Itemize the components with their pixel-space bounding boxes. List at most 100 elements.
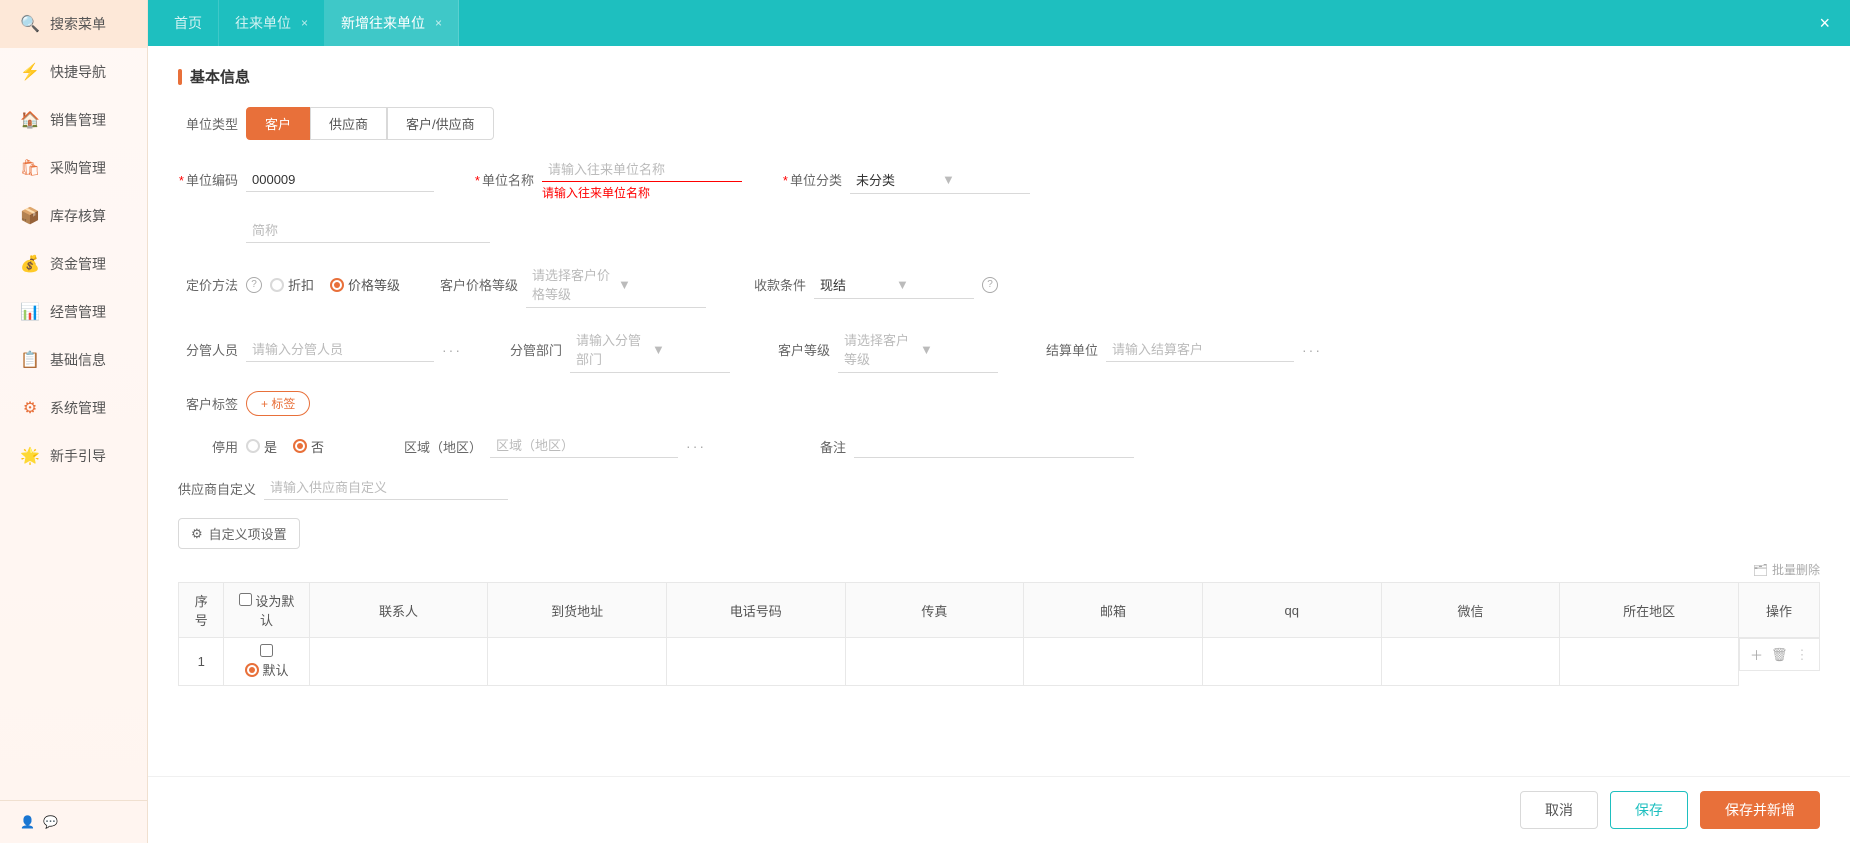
customer-level-select[interactable]: 请选择客户等级 ▼	[838, 326, 998, 373]
radio-yes[interactable]: 是	[246, 437, 277, 456]
unit-category-select[interactable]: 未分类 ▼	[850, 166, 1030, 194]
type-btn-supplier[interactable]: 供应商	[310, 107, 387, 140]
phone-input[interactable]	[677, 654, 835, 669]
pricing-method-label: 定价方法	[178, 275, 238, 294]
email-input[interactable]	[1034, 654, 1192, 669]
sidebar-item-basic[interactable]: 📋 基础信息	[0, 336, 147, 384]
radio-no[interactable]: 否	[293, 437, 324, 456]
region-input[interactable]	[490, 434, 678, 458]
cell-action: ＋ 🗑 ⋮	[1739, 638, 1820, 671]
col-default: 设为默认	[224, 583, 309, 638]
wechat-input[interactable]	[1392, 654, 1550, 669]
manager-item: 分管人员 ···	[178, 338, 462, 362]
save-new-button[interactable]: 保存并新增	[1700, 791, 1820, 829]
address-input[interactable]	[498, 654, 656, 669]
fax-input[interactable]	[856, 654, 1014, 669]
custom-settings-button[interactable]: ⚙ 自定义项设置	[178, 518, 300, 549]
batch-delete-label[interactable]: 批量删除	[1772, 561, 1820, 578]
payment-chevron: ▼	[896, 277, 968, 292]
cell-fax[interactable]	[845, 638, 1024, 686]
radio-level[interactable]: 价格等级	[330, 275, 400, 294]
tab-close-all[interactable]: ×	[1809, 13, 1840, 34]
tag-item: 客户标签 + 标签	[178, 391, 310, 416]
form-footer: 取消 保存 保存并新增	[148, 776, 1850, 843]
col-fax: 传真	[845, 583, 1024, 638]
bag-icon: 🛍	[20, 158, 40, 178]
add-tag-button[interactable]: + 标签	[246, 391, 310, 416]
sidebar-item-inventory[interactable]: 📦 库存核算	[0, 192, 147, 240]
settlement-input[interactable]	[1106, 338, 1294, 362]
alias-input[interactable]	[246, 219, 490, 243]
sidebar-item-search[interactable]: 🔍 搜索菜单	[0, 0, 147, 48]
cell-region[interactable]	[1560, 638, 1739, 686]
settlement-label: 结算单位	[1038, 340, 1098, 359]
add-row-icon[interactable]: ＋	[1750, 645, 1763, 664]
pricing-method-item: 定价方法 ? 折扣 价格等级	[178, 275, 400, 294]
remark-input[interactable]	[854, 434, 1134, 458]
payment-terms-select[interactable]: 现结 ▼	[814, 271, 974, 299]
pricing-radio-group: 折扣 价格等级	[270, 275, 400, 294]
col-wechat: 微信	[1381, 583, 1560, 638]
sidebar-item-finance[interactable]: 💰 资金管理	[0, 240, 147, 288]
cell-qq[interactable]	[1202, 638, 1381, 686]
tab-partners-close[interactable]: ×	[301, 16, 308, 30]
tag-row: 客户标签 + 标签	[178, 391, 1820, 416]
unit-name-label: 单位名称	[474, 170, 534, 189]
main-content: 基本信息 单位类型 客户 供应商 客户/供应商 单位编码 单位名称	[148, 46, 1850, 776]
manager-more-icon[interactable]: ···	[442, 342, 462, 358]
payment-terms-item: 收款条件 现结 ▼ ?	[746, 271, 998, 299]
cell-email[interactable]	[1024, 638, 1203, 686]
col-phone: 电话号码	[666, 583, 845, 638]
drag-handle-icon[interactable]: ⋮	[1795, 647, 1808, 663]
radio-discount[interactable]: 折扣	[270, 275, 314, 294]
region-cell-input[interactable]	[1570, 654, 1728, 669]
tab-partners[interactable]: 往来单位 ×	[219, 0, 325, 46]
type-btn-customer[interactable]: 客户	[246, 107, 310, 140]
unit-category-value: 未分类	[856, 170, 938, 189]
unit-code-input[interactable]	[246, 168, 434, 192]
cell-phone[interactable]	[666, 638, 845, 686]
customer-price-select[interactable]: 请选择客户价格等级 ▼	[526, 261, 706, 308]
unit-name-input[interactable]	[542, 158, 742, 182]
sidebar-item-guide[interactable]: 🌟 新手引导	[0, 432, 147, 480]
cancel-button[interactable]: 取消	[1520, 791, 1598, 829]
tab-home[interactable]: 首页	[158, 0, 219, 46]
unit-type-label: 单位类型	[178, 114, 238, 133]
qq-input[interactable]	[1213, 654, 1371, 669]
col-index: 序号	[179, 583, 224, 638]
save-button[interactable]: 保存	[1610, 791, 1688, 829]
settlement-more-icon[interactable]: ···	[1302, 342, 1322, 358]
sidebar-item-operations[interactable]: 📊 经营管理	[0, 288, 147, 336]
remark-label: 备注	[786, 437, 846, 456]
tag-label: 客户标签	[178, 394, 238, 413]
region-item: 区域（地区） ···	[404, 434, 706, 458]
cell-wechat[interactable]	[1381, 638, 1560, 686]
sidebar-item-system[interactable]: ⚙ 系统管理	[0, 384, 147, 432]
cell-contact[interactable]	[309, 638, 488, 686]
radio-no-circle	[293, 439, 307, 453]
supplier-custom-input[interactable]	[264, 476, 508, 500]
region-more-icon[interactable]: ···	[686, 438, 706, 454]
sidebar-item-purchase[interactable]: 🛍 采购管理	[0, 144, 147, 192]
col-address: 到货地址	[488, 583, 667, 638]
sidebar-item-nav[interactable]: ⚡ 快捷导航	[0, 48, 147, 96]
dept-select[interactable]: 请输入分管部门 ▼	[570, 326, 730, 373]
delete-row-icon[interactable]: 🗑	[1771, 647, 1788, 663]
cell-index: 1	[179, 638, 224, 686]
tab-new-partner[interactable]: 新增往来单位 ×	[325, 0, 459, 46]
settings-gear-icon: ⚙	[191, 526, 203, 542]
alias-row	[178, 219, 1820, 243]
row-checkbox[interactable]	[260, 644, 273, 657]
manager-input[interactable]	[246, 338, 434, 362]
select-all-checkbox[interactable]	[239, 593, 252, 606]
tab-new-partner-close[interactable]: ×	[435, 16, 442, 30]
type-btn-both[interactable]: 客户/供应商	[387, 107, 494, 140]
section-title: 基本信息	[178, 66, 1820, 87]
col-qq: qq	[1202, 583, 1381, 638]
contact-input[interactable]	[320, 654, 478, 669]
cell-address[interactable]	[488, 638, 667, 686]
radio-yes-circle	[246, 439, 260, 453]
sidebar-item-sales[interactable]: 🏠 销售管理	[0, 96, 147, 144]
payment-question-icon[interactable]: ?	[982, 277, 998, 293]
pricing-question-icon[interactable]: ?	[246, 277, 262, 293]
